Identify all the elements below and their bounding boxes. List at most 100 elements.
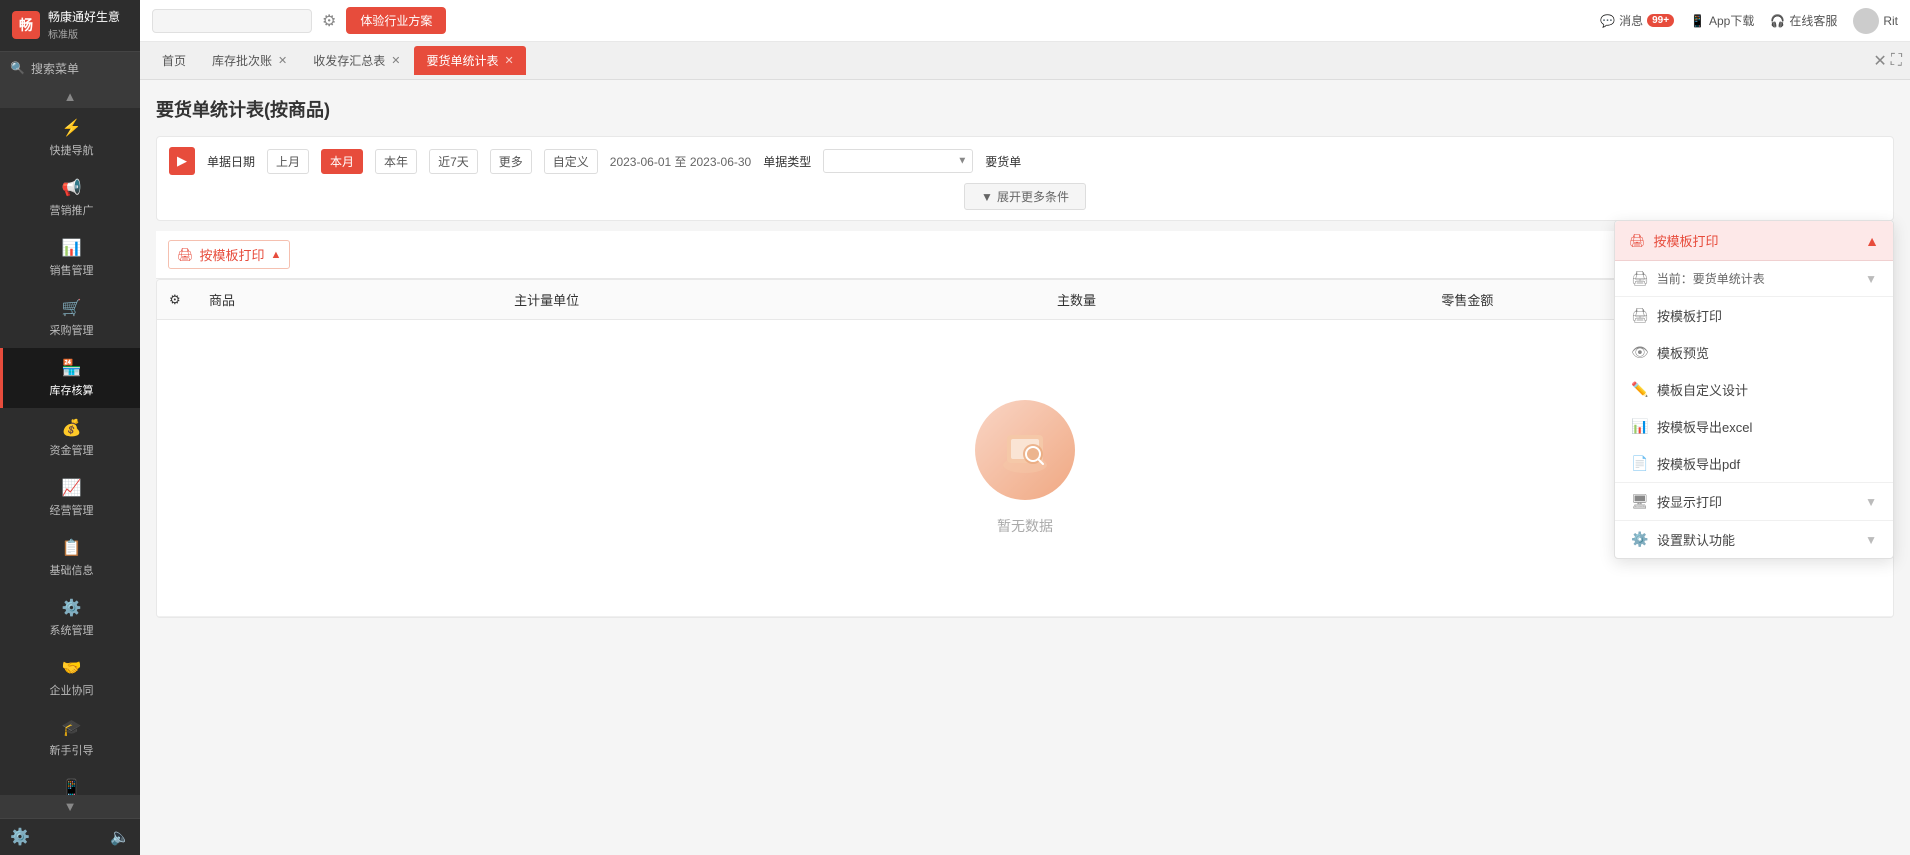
th-unit: 主计量单位 bbox=[502, 280, 1045, 320]
trial-btn[interactable]: 体验行业方案 bbox=[346, 7, 446, 34]
date-btn-shangyu[interactable]: 上月 bbox=[267, 149, 309, 174]
date-btn-jin7[interactable]: 近7天 bbox=[429, 149, 478, 174]
tab-kucun-pizhang[interactable]: 库存批次账 ✕ bbox=[200, 46, 299, 75]
dropdown-item-print-label: 按模板打印 bbox=[1657, 306, 1877, 325]
dropdown-item-preview[interactable]: 👁 模板预览 bbox=[1615, 334, 1893, 371]
tab-yaohuo[interactable]: 要货单统计表 ✕ bbox=[414, 46, 525, 75]
nav-icon-jingying: 📈 bbox=[62, 478, 82, 498]
message-badge: 99+ bbox=[1647, 14, 1674, 27]
sidebar-nav: ⚡ 快捷导航 📢 营销推广 📊 销售管理 🛒 采购管理 🏪 库存核算 💰 资金管… bbox=[0, 108, 140, 795]
nav-label-yingxiao: 营销推广 bbox=[50, 202, 94, 218]
date-btn-benyue[interactable]: 本月 bbox=[321, 149, 363, 174]
sidebar-scroll-down[interactable]: ▼ bbox=[0, 795, 140, 818]
date-btn-bennian[interactable]: 本年 bbox=[375, 149, 417, 174]
sidebar-item-jingying[interactable]: 📈 经营管理 bbox=[0, 468, 140, 528]
sidebar-item-kucun[interactable]: 🏪 库存核算 bbox=[0, 348, 140, 408]
type-select[interactable] bbox=[823, 149, 973, 173]
dropdown-collapse-icon[interactable]: ▲ bbox=[1865, 233, 1879, 249]
sidebar-logo: 畅 畅康通好生意 标准版 bbox=[0, 0, 140, 52]
tab-yaohuo-label: 要货单统计表 bbox=[426, 52, 498, 69]
sidebar-item-caigou[interactable]: 🛒 采购管理 bbox=[0, 288, 140, 348]
print-btn[interactable]: 🖨 按模板打印 ▲ bbox=[168, 240, 290, 269]
expand-more-icon: ▼ bbox=[981, 190, 993, 204]
dropdown-item-set-default[interactable]: ⚙️ 设置默认功能 ▼ bbox=[1615, 521, 1893, 558]
sidebar: 畅 畅康通好生意 标准版 🔍 搜索菜单 ▲ ⚡ 快捷导航 📢 营销推广 📊 销售… bbox=[0, 0, 140, 855]
tab-close-all-icon[interactable]: ✕ bbox=[1873, 51, 1886, 71]
nav-label-kucun: 库存核算 bbox=[50, 382, 94, 398]
date-btn-ziding[interactable]: 自定义 bbox=[544, 149, 598, 174]
dropdown-item-pdf[interactable]: 📄 按模板导出pdf bbox=[1615, 445, 1893, 482]
page-content: 要货单统计表(按商品) ▶ 单据日期 上月 本月 本年 近7天 更多 自定义 2… bbox=[140, 80, 1910, 855]
settings-icon[interactable]: ⚙️ bbox=[10, 827, 30, 847]
sidebar-item-kuaijie[interactable]: ⚡ 快捷导航 bbox=[0, 108, 140, 168]
app-download-btn[interactable]: 📱 App下载 bbox=[1690, 12, 1754, 29]
dropdown-item-design-icon: ✏️ bbox=[1631, 381, 1647, 398]
nav-icon-yingxiao: 📢 bbox=[62, 178, 82, 198]
main-content: ⚙ 体验行业方案 💬 消息 99+ 📱 App下载 🎧 在线客服 Rit bbox=[140, 0, 1910, 855]
sidebar-item-xinshou[interactable]: 🎓 新手引导 bbox=[0, 708, 140, 768]
filter-row: ▶ 单据日期 上月 本月 本年 近7天 更多 自定义 2023-06-01 至 … bbox=[169, 147, 1881, 175]
dropdown-item-excel-icon: 📊 bbox=[1631, 418, 1647, 435]
dropdown-item-excel[interactable]: 📊 按模板导出excel bbox=[1615, 408, 1893, 445]
sidebar-bottom: ⚙️ 🔈 bbox=[0, 818, 140, 855]
sidebar-item-qiye[interactable]: 🤝 企业协同 bbox=[0, 648, 140, 708]
dropdown-item-design[interactable]: ✏️ 模板自定义设计 bbox=[1615, 371, 1893, 408]
sidebar-search-label: 搜索菜单 bbox=[31, 60, 79, 77]
dropdown-item-print[interactable]: 🖨 按模板打印 bbox=[1615, 297, 1893, 334]
audio-icon[interactable]: 🔈 bbox=[110, 827, 130, 847]
tag-label: 要货单 bbox=[985, 153, 1021, 170]
sidebar-item-xiaoshou[interactable]: 📊 销售管理 bbox=[0, 228, 140, 288]
app-name: 畅康通好生意 bbox=[48, 10, 120, 26]
topbar: ⚙ 体验行业方案 💬 消息 99+ 📱 App下载 🎧 在线客服 Rit bbox=[140, 0, 1910, 42]
sidebar-search[interactable]: 🔍 搜索菜单 bbox=[0, 52, 140, 85]
dropdown-item-set-label: 设置默认功能 bbox=[1657, 530, 1855, 549]
dropdown-current-arrow: ▼ bbox=[1865, 272, 1877, 286]
tab-maximize-icon[interactable]: ⛶ bbox=[1891, 52, 1902, 70]
tabs-right: ✕ ⛶ bbox=[1873, 51, 1910, 71]
date-label: 单据日期 bbox=[207, 153, 255, 170]
message-btn[interactable]: 💬 消息 99+ bbox=[1600, 12, 1674, 29]
tab-shoufacun[interactable]: 收发存汇总表 ✕ bbox=[301, 46, 412, 75]
dropdown-settings-section: ⚙️ 设置默认功能 ▼ bbox=[1615, 521, 1893, 558]
dropdown-item-design-label: 模板自定义设计 bbox=[1657, 380, 1877, 399]
nav-label-xinshou: 新手引导 bbox=[50, 742, 94, 758]
nav-label-kuaijie: 快捷导航 bbox=[50, 142, 94, 158]
search-icon: 🔍 bbox=[10, 61, 25, 75]
th-gear[interactable]: ⚙ bbox=[157, 280, 197, 320]
tab-home[interactable]: 首页 bbox=[150, 46, 198, 75]
nav-icon-xiaoshou: 📊 bbox=[62, 238, 82, 258]
sidebar-item-yingxiao[interactable]: 📢 营销推广 bbox=[0, 168, 140, 228]
date-btn-gengduo[interactable]: 更多 bbox=[490, 149, 532, 174]
avatar bbox=[1853, 8, 1879, 34]
nav-label-jichu: 基础信息 bbox=[50, 562, 94, 578]
dropdown-item-pdf-label: 按模板导出pdf bbox=[1657, 454, 1877, 473]
filter-bar: ▶ 单据日期 上月 本月 本年 近7天 更多 自定义 2023-06-01 至 … bbox=[156, 136, 1894, 221]
sidebar-item-jichu[interactable]: 📋 基础信息 bbox=[0, 528, 140, 588]
tab-shoufacun-close[interactable]: ✕ bbox=[391, 54, 400, 67]
expand-more-label: 展开更多条件 bbox=[997, 188, 1069, 205]
tab-shoufacun-label: 收发存汇总表 bbox=[313, 52, 385, 69]
tab-yaohuo-close[interactable]: ✕ bbox=[505, 54, 514, 67]
topbar-search-input[interactable] bbox=[152, 9, 312, 33]
nav-icon-jichu: 📋 bbox=[62, 538, 82, 558]
sidebar-scroll-up[interactable]: ▲ bbox=[0, 85, 140, 108]
dropdown-item-display-print[interactable]: 🖥 按显示打印 ▼ bbox=[1615, 483, 1893, 520]
dropdown-current: 🖨 当前：要货单统计表 ▼ bbox=[1615, 261, 1893, 296]
user-avatar-btn[interactable]: Rit bbox=[1853, 8, 1898, 34]
dropdown-current-section: 🖨 当前：要货单统计表 ▼ bbox=[1615, 261, 1893, 297]
expand-more-btn[interactable]: ▼ 展开更多条件 bbox=[964, 183, 1086, 210]
dropdown-display-arrow: ▼ bbox=[1865, 495, 1877, 509]
sidebar-item-xitong[interactable]: ⚙️ 系统管理 bbox=[0, 588, 140, 648]
topbar-gear-icon[interactable]: ⚙ bbox=[322, 11, 336, 31]
online-service-btn[interactable]: 🎧 在线客服 bbox=[1770, 12, 1837, 29]
nav-label-qiye: 企业协同 bbox=[50, 682, 94, 698]
sidebar-item-zijin[interactable]: 💰 资金管理 bbox=[0, 408, 140, 468]
sidebar-item-yingyong[interactable]: 📱 应用中心 bbox=[0, 768, 140, 795]
tab-kucun-pizhang-close[interactable]: ✕ bbox=[278, 54, 287, 67]
page-title: 要货单统计表(按商品) bbox=[156, 96, 1894, 122]
th-quantity: 主数量 bbox=[1045, 280, 1429, 320]
dropdown-item-preview-icon: 👁 bbox=[1631, 344, 1647, 361]
dropdown-menu: 🖨 按模板打印 ▲ 🖨 当前：要货单统计表 ▼ 🖨 按模板打印 bbox=[1614, 220, 1894, 559]
filter-expand-left[interactable]: ▶ bbox=[169, 147, 195, 175]
tab-bar: 首页 库存批次账 ✕ 收发存汇总表 ✕ 要货单统计表 ✕ ✕ ⛶ bbox=[140, 42, 1910, 80]
